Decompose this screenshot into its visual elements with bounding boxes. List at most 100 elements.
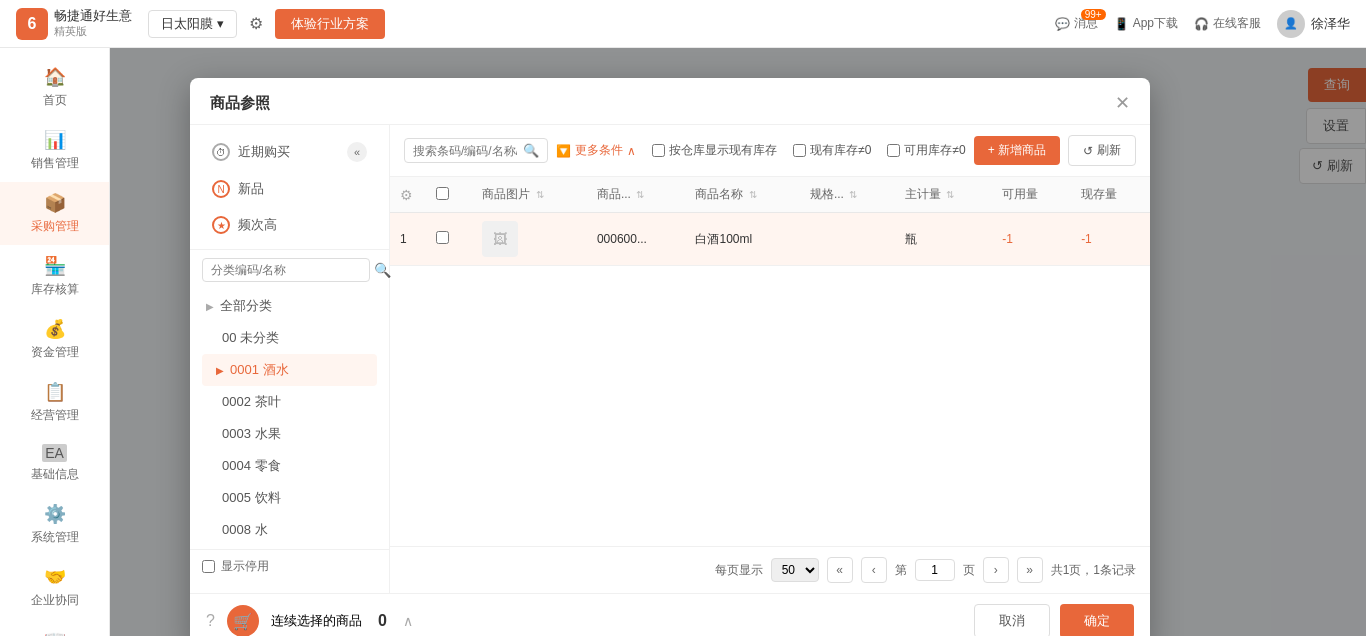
category-fruit[interactable]: 0003 水果 [202, 418, 377, 450]
category-search-icon[interactable]: 🔍 [374, 262, 391, 278]
page-number-input[interactable] [915, 559, 955, 581]
left-panel-footer: 显示停用 [190, 549, 389, 583]
row-unit-cell: 瓶 [895, 213, 993, 266]
top-nav-right: 💬 消息 99+ 📱 App下载 🎧 在线客服 👤 徐泽华 [1055, 10, 1350, 38]
product-image: 🖼 [482, 221, 518, 257]
col-checkbox [426, 177, 472, 213]
category-unclassified[interactable]: 00 未分类 [202, 322, 377, 354]
arrow-expanded-icon: ▶ [216, 365, 224, 376]
footer-actions: 取消 确定 [974, 604, 1134, 636]
filter-icon: 🔽 [556, 144, 571, 158]
available-stock-checkbox[interactable] [793, 144, 806, 157]
chevron-down-icon: ▾ [217, 16, 224, 31]
right-panel: 🔍 🔽 更多条件 ∧ 按仓库显示现有库存 [390, 125, 1150, 593]
system-icon: ⚙️ [44, 503, 66, 525]
collapse-button[interactable]: « [347, 142, 367, 162]
col-unit: 主计量 ⇅ [895, 177, 993, 213]
usable-stock-checkbox[interactable] [887, 144, 900, 157]
left-panel-top: ⏱ 近期购买 « N 新品 ★ 频次高 [190, 135, 389, 241]
per-page-select[interactable]: 50 [771, 558, 819, 582]
sidebar-item-operations[interactable]: 📋 经营管理 [0, 371, 109, 434]
sidebar-item-inventory[interactable]: 🏪 库存核算 [0, 245, 109, 308]
sales-icon: 📊 [44, 129, 66, 151]
table-head: ⚙ 商品图片 ⇅ [390, 177, 1150, 213]
category-drinks[interactable]: 0005 饮料 [202, 482, 377, 514]
product-search-input[interactable] [413, 144, 517, 158]
sidebar-item-finance[interactable]: 💰 资金管理 [0, 308, 109, 371]
headset-icon: 🎧 [1194, 17, 1209, 31]
sidebar-item-guide[interactable]: 📖 新手引导 [0, 619, 109, 636]
menu-recent-purchase[interactable]: ⏱ 近期购买 « [202, 135, 377, 169]
check-available-stock[interactable]: 现有库存≠0 [793, 142, 871, 159]
sidebar-item-enterprise[interactable]: 🤝 企业协同 [0, 556, 109, 619]
row-index: 1 [390, 213, 426, 266]
prev-page-button[interactable]: ‹ [861, 557, 887, 583]
next-page-button[interactable]: › [983, 557, 1009, 583]
nav-dropdown[interactable]: 日太阳膜 ▾ [148, 10, 237, 38]
cart-button[interactable]: 🛒 [227, 605, 259, 636]
row-checkbox[interactable] [436, 231, 449, 244]
show-disabled-checkbox[interactable] [202, 560, 215, 573]
product-search-bar[interactable]: 🔍 [404, 138, 548, 163]
logo-area: 6 畅捷通好生意 精英版 [16, 8, 136, 40]
sidebar-item-home[interactable]: 🏠 首页 [0, 56, 109, 119]
show-disabled-label[interactable]: 显示停用 [202, 558, 377, 575]
cancel-button[interactable]: 取消 [974, 604, 1050, 636]
category-tea[interactable]: 0002 茶叶 [202, 386, 377, 418]
user-area[interactable]: 👤 徐泽华 [1277, 10, 1350, 38]
app-download-item[interactable]: 📱 App下载 [1114, 15, 1178, 32]
footer-collapse-icon[interactable]: ∧ [403, 613, 413, 629]
col-settings[interactable]: ⚙ [390, 177, 426, 213]
sidebar-item-basic-info[interactable]: EA 基础信息 [0, 434, 109, 493]
sort-icon-2: ⇅ [636, 189, 644, 200]
category-alcohol[interactable]: ▶ 0001 酒水 [202, 354, 377, 386]
row-name-cell: 白酒100ml [685, 213, 799, 266]
enterprise-icon: 🤝 [44, 566, 66, 588]
main-layout: 🏠 首页 📊 销售管理 📦 采购管理 🏪 库存核算 💰 资金管理 📋 经营管理 … [0, 48, 1366, 636]
confirm-button[interactable]: 确定 [1060, 604, 1134, 636]
guide-icon: 📖 [44, 629, 66, 636]
table-row[interactable]: 1 🖼 [390, 213, 1150, 266]
add-product-button[interactable]: + 新增商品 [974, 136, 1060, 165]
content-area: 查询 设置 ↺ 刷新 商品参照 ✕ ⏱ 近期购买 « [110, 48, 1366, 636]
refresh-button[interactable]: ↺ 刷新 [1068, 135, 1136, 166]
last-page-button[interactable]: » [1017, 557, 1043, 583]
menu-new-products[interactable]: N 新品 [202, 173, 377, 205]
sidebar-item-sales[interactable]: 📊 销售管理 [0, 119, 109, 182]
sidebar-item-system[interactable]: ⚙️ 系统管理 [0, 493, 109, 556]
refresh-icon: ↺ [1083, 144, 1093, 158]
message-icon: 💬 [1055, 17, 1070, 31]
category-water[interactable]: 0008 水 [202, 514, 377, 546]
col-stock: 现存量 [1071, 177, 1150, 213]
row-checkbox-cell[interactable] [426, 213, 472, 266]
info-icon: EA [42, 444, 67, 462]
avatar: 👤 [1277, 10, 1305, 38]
table-header-row: ⚙ 商品图片 ⇅ [390, 177, 1150, 213]
menu-frequent[interactable]: ★ 频次高 [202, 209, 377, 241]
pagination: 每页显示 50 « ‹ 第 页 › » 共1页，1条记录 [390, 546, 1150, 593]
help-icon[interactable]: ? [206, 612, 215, 630]
toolbar: 🔍 🔽 更多条件 ∧ 按仓库显示现有库存 [390, 125, 1150, 177]
mobile-icon: 📱 [1114, 17, 1129, 31]
experience-btn[interactable]: 体验行业方案 [275, 9, 385, 39]
warehouse-checkbox[interactable] [652, 144, 665, 157]
gear-icon[interactable]: ⚙ [249, 14, 263, 33]
check-warehouse[interactable]: 按仓库显示现有库存 [652, 142, 777, 159]
modal-close-button[interactable]: ✕ [1115, 92, 1130, 114]
table-settings-icon[interactable]: ⚙ [400, 187, 413, 203]
check-usable-stock[interactable]: 可用库存≠0 [887, 142, 965, 159]
messages-item[interactable]: 💬 消息 99+ [1055, 15, 1098, 32]
sidebar-item-purchase[interactable]: 📦 采购管理 [0, 182, 109, 245]
product-reference-modal: 商品参照 ✕ ⏱ 近期购买 « N 新品 [190, 78, 1150, 636]
online-service-item[interactable]: 🎧 在线客服 [1194, 15, 1261, 32]
row-code-cell: 000600... [587, 213, 686, 266]
first-page-button[interactable]: « [827, 557, 853, 583]
category-all[interactable]: ▶ 全部分类 [202, 290, 377, 322]
category-search-input[interactable] [202, 258, 370, 282]
select-all-checkbox[interactable] [436, 187, 449, 200]
new-icon: N [212, 180, 230, 198]
category-snacks[interactable]: 0004 零食 [202, 450, 377, 482]
col-image: 商品图片 ⇅ [472, 177, 586, 213]
filter-button[interactable]: 🔽 更多条件 ∧ [556, 142, 636, 159]
modal-footer: ? 🛒 连续选择的商品 0 ∧ 取消 确定 [190, 593, 1150, 636]
